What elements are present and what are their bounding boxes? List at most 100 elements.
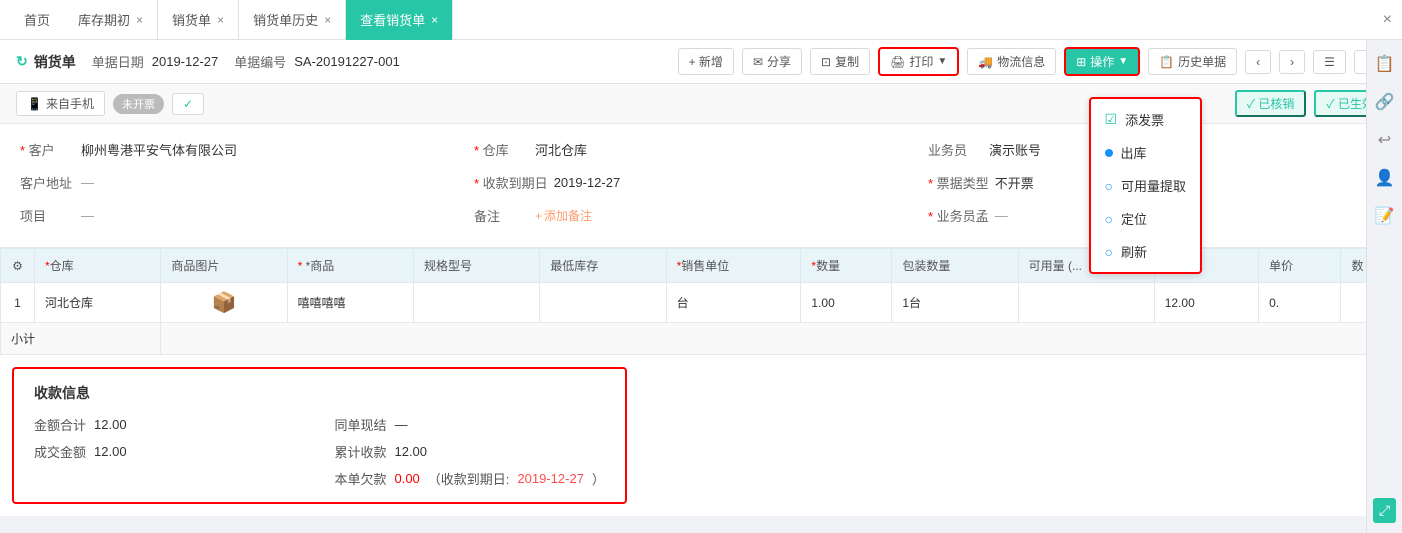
- sidebar-expand-icon[interactable]: ⤢: [1373, 498, 1396, 523]
- new-button[interactable]: + 新增: [678, 48, 734, 75]
- row-stock: 12.00: [1154, 283, 1258, 323]
- plus-icon: +: [535, 209, 542, 223]
- dropdown-outbound[interactable]: 出库: [1091, 136, 1200, 169]
- payment-due-date: 2019-12-27: [517, 471, 584, 486]
- sidebar-return-icon[interactable]: ↩: [1374, 126, 1395, 154]
- row-image: 📦: [161, 283, 287, 323]
- sold-status-button[interactable]: ✓ 已核销: [1235, 90, 1307, 117]
- payment-total: 金额合计 12.00: [34, 415, 304, 434]
- payment-deal-value: 12.00: [94, 444, 127, 459]
- row-no: 1: [1, 283, 35, 323]
- payment-date-label: 收款到期日: [474, 173, 548, 192]
- payment-due-note: （收款到期日:: [428, 469, 510, 488]
- close-all-button[interactable]: ×: [1383, 11, 1392, 29]
- logistics-button[interactable]: 🚚 物流信息: [967, 48, 1056, 75]
- meta-date-label: 单据日期 2019-12-27: [92, 52, 219, 71]
- copy-icon: ⊡: [821, 55, 831, 69]
- share-icon: ✉: [753, 55, 763, 69]
- th-qty: *数量: [801, 249, 892, 283]
- sidebar-link-icon[interactable]: 🔗: [1371, 88, 1399, 116]
- row-min-stock: [540, 283, 666, 323]
- payment-total-value: 12.00: [94, 417, 127, 432]
- row-spec: [413, 283, 539, 323]
- copy-button[interactable]: ⊡ 复制: [810, 48, 870, 75]
- row-qty: 1.00: [801, 283, 892, 323]
- checkbox-icon: ☑: [1105, 111, 1118, 128]
- th-image: 商品图片: [161, 249, 287, 283]
- payment-due: 本单欠款 0.00 （收款到期日: 2019-12-27 ）: [334, 469, 604, 488]
- payment-total-label: 金额合计: [34, 415, 86, 434]
- customer-field: 客户 柳州粤港平安气体有限公司: [20, 140, 474, 159]
- table-row: 1 河北仓库 📦 嘻嘻嘻嘻 台 1.00 1台 12.00 0.: [1, 283, 1402, 323]
- circle-locate-icon: ○: [1105, 211, 1113, 227]
- check-button[interactable]: ✓: [172, 93, 204, 115]
- tab-history[interactable]: 销货单历史 ×: [239, 0, 346, 40]
- share-button[interactable]: ✉ ✉ 分享 分享: [742, 48, 802, 75]
- tab-view-sales[interactable]: 查看销货单 ×: [346, 0, 453, 40]
- payment-title: 收款信息: [34, 383, 605, 403]
- doc-meta: 单据日期 2019-12-27 单据编号 SA-20191227-001: [92, 52, 400, 71]
- subtotal-cells: [161, 323, 1402, 355]
- sidebar-user-icon[interactable]: 👤: [1371, 164, 1399, 192]
- customer-value: 柳州粤港平安气体有限公司: [81, 140, 237, 159]
- dropdown-available[interactable]: ○ 可用量提取: [1091, 169, 1200, 202]
- sales-value: —: [995, 208, 1008, 223]
- add-remark-button[interactable]: + 添加备注: [535, 207, 592, 224]
- phone-icon: 📱: [27, 97, 42, 111]
- tab-sales[interactable]: 销货单 ×: [158, 0, 239, 40]
- dropdown-refresh[interactable]: ○ 刷新: [1091, 235, 1200, 268]
- circle-available-icon: ○: [1105, 178, 1113, 194]
- prev-button[interactable]: ‹: [1245, 50, 1271, 74]
- payment-cumulative-label: 累计收款: [334, 442, 386, 461]
- list-view-button[interactable]: ☰: [1313, 50, 1346, 74]
- project-label: 项目: [20, 206, 75, 225]
- next-button[interactable]: ›: [1279, 50, 1305, 74]
- gear-icon[interactable]: ⚙: [12, 259, 23, 273]
- tab-home[interactable]: 首页: [10, 10, 64, 29]
- phone-button[interactable]: 📱 来自手机: [16, 91, 105, 116]
- th-spec: 规格型号: [413, 249, 539, 283]
- tab-bar: 首页 库存期初 × 销货单 × 销货单历史 × 查看销货单 × ×: [0, 0, 1402, 40]
- tab-close-inventory[interactable]: ×: [136, 13, 143, 27]
- th-pack-qty: 包装数量: [892, 249, 1018, 283]
- print-button[interactable]: 🖨 打印 ▼: [878, 47, 959, 76]
- ticket-label: 票据类型: [928, 173, 989, 192]
- th-gear: ⚙: [1, 249, 35, 283]
- circle-refresh-icon: ○: [1105, 244, 1113, 260]
- th-warehouse: *仓库: [35, 249, 161, 283]
- ops-icon: ⊞: [1076, 55, 1086, 69]
- print-icon: 🖨: [890, 55, 905, 69]
- payment-due-note-end: ）: [592, 469, 605, 488]
- payment-date-field: 收款到期日 2019-12-27: [474, 173, 928, 192]
- invoice-button[interactable]: 未开票: [113, 94, 164, 114]
- product-image-icon: 📦: [212, 292, 237, 314]
- tab-close-sales[interactable]: ×: [217, 13, 224, 27]
- warehouse-label: 仓库: [474, 140, 529, 159]
- sidebar-doc-icon[interactable]: 📋: [1371, 50, 1399, 78]
- tab-inventory[interactable]: 库存期初 ×: [64, 0, 158, 40]
- payment-due-value: 0.00: [394, 471, 419, 486]
- sales-label: 业务员孟: [928, 206, 989, 225]
- ops-dropdown-menu: ☑ 添发票 出库 ○ 可用量提取 ○ 定位 ○ 刷新: [1089, 97, 1202, 274]
- row-warehouse: 河北仓库: [35, 283, 161, 323]
- dropdown-add-invoice[interactable]: ☑ 添发票: [1091, 103, 1200, 136]
- address-value: —: [81, 175, 94, 190]
- meta-no-label: 单据编号 SA-20191227-001: [234, 52, 400, 71]
- payment-deal: 成交金额 12.00: [34, 442, 304, 461]
- dropdown-locate[interactable]: ○ 定位: [1091, 202, 1200, 235]
- payment-deal-label: 成交金额: [34, 442, 86, 461]
- th-product: * *商品: [287, 249, 413, 283]
- tab-close-view[interactable]: ×: [431, 13, 438, 27]
- row-pack-qty: 1台: [892, 283, 1018, 323]
- sidebar-edit-icon[interactable]: 📝: [1371, 202, 1399, 230]
- ops-button[interactable]: ⊞ 操作 ▼: [1064, 47, 1140, 76]
- check-icon: ✓: [183, 97, 193, 111]
- tab-close-history[interactable]: ×: [324, 13, 331, 27]
- payment-section: 收款信息 金额合计 12.00 同单现结 — 成交金额 12.00 累计收款 1…: [12, 367, 627, 504]
- customer-label: 客户: [20, 140, 75, 159]
- doc-header: ↻ 销货单 单据日期 2019-12-27 单据编号 SA-20191227-0…: [0, 40, 1402, 84]
- row-price: 0.: [1259, 283, 1341, 323]
- logistics-icon: 🚚: [978, 55, 993, 69]
- history-button[interactable]: 📋 历史单据: [1148, 48, 1237, 75]
- list-view-icon: ☰: [1324, 55, 1335, 69]
